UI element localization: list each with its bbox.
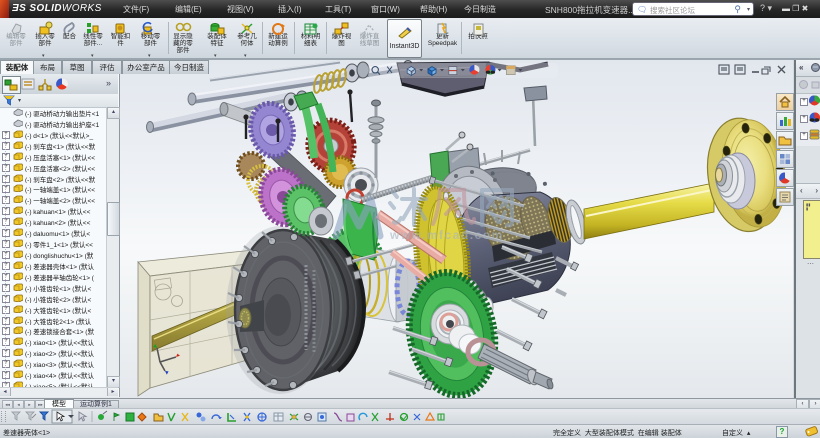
svg-text:www.mfcad.com: www.mfcad.com: [389, 228, 504, 242]
